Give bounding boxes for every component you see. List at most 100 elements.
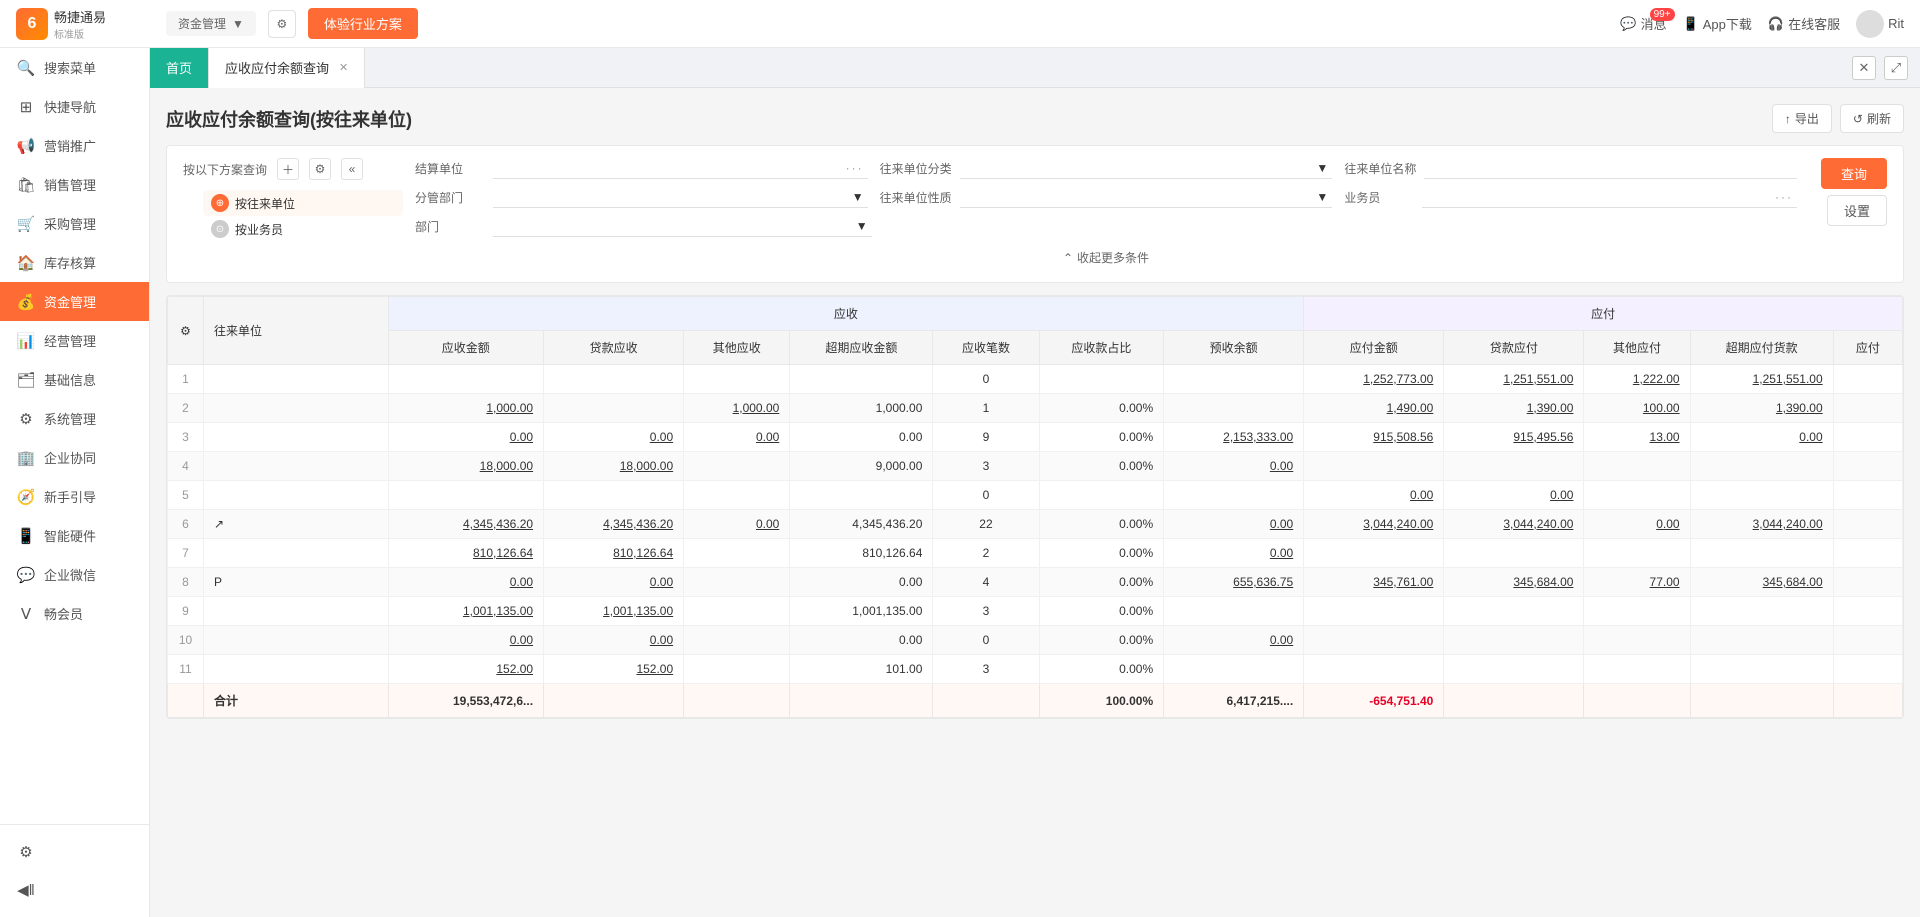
user-name: Rit xyxy=(1888,16,1904,31)
th-yf-dk: 贷款应付 xyxy=(1444,331,1584,365)
field-sp-label: 业务员 xyxy=(1344,189,1414,206)
footer-yf-je: -654,751.40 xyxy=(1304,684,1444,718)
field-lc-label: 往来单位分类 xyxy=(880,160,952,177)
download-icon: 📱 xyxy=(1683,16,1699,32)
corp-icon: 🏢 xyxy=(16,449,36,467)
sidebar-item-system[interactable]: ⚙ 系统管理 xyxy=(0,399,149,438)
table-row: 30.000.000.000.0090.00%2,153,333.00915,5… xyxy=(168,423,1903,452)
sidebar-item-sales[interactable]: 🛍 销售管理 xyxy=(0,165,149,204)
page-title: 应收应付余额查询(按往来单位) xyxy=(166,106,412,132)
sidebar-item-wechat[interactable]: 💬 企业微信 xyxy=(0,555,149,594)
sidebar-label: 畅会员 xyxy=(44,604,83,623)
th-yf-je: 应付金额 xyxy=(1304,331,1444,365)
sidebar-settings-btn[interactable]: ⚙ xyxy=(0,833,149,871)
query-btn-area: 查询 设置 xyxy=(1821,158,1887,270)
app-download-label: App下载 xyxy=(1703,14,1752,33)
tab-bar-right: ✕ ⤢ xyxy=(1852,56,1920,80)
filter-toolbar: 按以下方案查询 ＋ ⚙ « xyxy=(183,158,403,180)
field-fg-label: 分管部门 xyxy=(415,189,485,206)
dots-icon[interactable]: ··· xyxy=(846,161,864,175)
sidebar-item-ops[interactable]: 📊 经营管理 xyxy=(0,321,149,360)
setting-button[interactable]: 设置 xyxy=(1827,195,1887,226)
member-icon: Ⅴ xyxy=(16,605,36,623)
tab-close-window-btn[interactable]: ✕ xyxy=(1852,56,1876,80)
filter-options: ⊕ 按往来单位 ⊙ 按业务员 xyxy=(183,190,403,242)
field-ln2-label: 往来单位性质 xyxy=(880,189,952,206)
filter-option-salesperson-label: 按业务员 xyxy=(235,221,283,238)
trial-button[interactable]: 体验行业方案 xyxy=(308,8,418,39)
sidebar-collapse-btn[interactable]: ◀‖ xyxy=(0,871,149,909)
basic-icon: 🗂 xyxy=(16,371,36,389)
sidebar-label: 系统管理 xyxy=(44,409,96,428)
th-settings[interactable]: ⚙ xyxy=(168,297,204,365)
field-fg-select[interactable]: ▼ xyxy=(493,187,868,208)
breadcrumb-text: 资金管理 xyxy=(178,15,226,32)
app-version: 标准版 xyxy=(54,26,106,41)
filter-row-3: 部门 ▼ xyxy=(415,216,1797,237)
field-jiesuan-select[interactable]: ··· xyxy=(493,158,868,179)
logo-icon: 6 xyxy=(16,8,48,40)
export-button[interactable]: ↑ 导出 xyxy=(1772,104,1832,133)
page-actions: ↑ 导出 ↺ 刷新 xyxy=(1772,104,1904,133)
online-service-item[interactable]: 🎧 在线客服 xyxy=(1768,14,1840,33)
tab-expand-btn[interactable]: ⤢ xyxy=(1884,56,1908,80)
sidebar-label: 新手引导 xyxy=(44,487,96,506)
field-ln2-select[interactable]: ▼ xyxy=(960,187,1333,208)
user-avatar-item[interactable]: Rit xyxy=(1856,10,1904,38)
sidebar-item-finance[interactable]: 💰 资金管理 xyxy=(0,282,149,321)
field-lc-select[interactable]: ▼ xyxy=(960,158,1333,179)
topbar-right: 💬 消息 99+ 📱 App下载 🎧 在线客服 Rit xyxy=(1620,10,1904,38)
table-row: 8P0.000.000.0040.00%655,636.75345,761.00… xyxy=(168,568,1903,597)
filter-row-2: 分管部门 ▼ 往来单位性质 ▼ xyxy=(415,187,1797,208)
filter-option-partner[interactable]: ⊕ 按往来单位 xyxy=(203,190,403,216)
sidebar-label: 库存核算 xyxy=(44,253,96,272)
table-wrapper: ⚙ 往来单位 应收 应付 应收金额 贷款应收 其他应收 超期应收金额 应收笔数 … xyxy=(166,295,1904,719)
field-sp-select[interactable]: ··· xyxy=(1422,187,1797,208)
app-download-item[interactable]: 📱 App下载 xyxy=(1683,14,1752,33)
sidebar-item-inventory[interactable]: 🏠 库存核算 xyxy=(0,243,149,282)
sidebar-label: 企业微信 xyxy=(44,565,96,584)
query-button[interactable]: 查询 xyxy=(1821,158,1887,189)
field-dept-select[interactable]: ▼ xyxy=(493,216,872,237)
settings-icon[interactable]: ⚙ xyxy=(268,10,296,38)
export-icon: ↑ xyxy=(1785,112,1791,126)
sidebar-label: 采购管理 xyxy=(44,214,96,233)
table-footer: 合计 19,553,472,6... 100.00% 6,417,215....… xyxy=(168,684,1903,718)
collapse-icon: ◀‖ xyxy=(16,881,36,899)
field-ln-input[interactable] xyxy=(1424,158,1797,179)
sidebar-item-hardware[interactable]: 📱 智能硬件 xyxy=(0,516,149,555)
sidebar-item-marketing[interactable]: 📢 营销推广 xyxy=(0,126,149,165)
tab-home[interactable]: 首页 xyxy=(150,48,209,88)
scheme-settings-btn[interactable]: ⚙ xyxy=(309,158,331,180)
filter-option-salesperson[interactable]: ⊙ 按业务员 xyxy=(203,216,403,242)
field-jiesuan: 结算单位 ··· xyxy=(415,158,868,179)
scheme-collapse-btn[interactable]: « xyxy=(341,158,363,180)
filter-row-1: 结算单位 ··· 往来单位分类 ▼ xyxy=(415,158,1797,179)
th-partner: 往来单位 xyxy=(204,297,389,365)
table-row: 7810,126.64810,126.64810,126.6420.00%0.0… xyxy=(168,539,1903,568)
tab-close-icon[interactable]: ✕ xyxy=(339,61,348,74)
service-icon: 🎧 xyxy=(1768,16,1784,32)
sidebar-item-quick-nav[interactable]: ⊞ 快捷导航 xyxy=(0,87,149,126)
sidebar-item-corp[interactable]: 🏢 企业协同 xyxy=(0,438,149,477)
gear-icon: ⚙ xyxy=(16,843,36,861)
sidebar-item-purchase[interactable]: 🛒 采购管理 xyxy=(0,204,149,243)
collapse-row[interactable]: ⌃ 收起更多条件 xyxy=(415,245,1797,270)
message-item[interactable]: 💬 消息 99+ xyxy=(1620,14,1666,33)
sidebar-item-guide[interactable]: 🧭 新手引导 xyxy=(0,477,149,516)
sidebar-item-search-menu[interactable]: 🔍 搜索菜单 xyxy=(0,48,149,87)
topbar-center: 资金管理 ▼ ⚙ 体验行业方案 xyxy=(166,8,1620,39)
field-liaolai-classify: 往来单位分类 ▼ xyxy=(880,158,1333,179)
breadcrumb-nav[interactable]: 资金管理 ▼ xyxy=(166,11,256,36)
field-dept: 部门 ▼ xyxy=(415,216,872,237)
chevron-down-icon5: ▼ xyxy=(856,219,868,233)
table-row: 418,000.0018,000.009,000.0030.00%0.00 xyxy=(168,452,1903,481)
refresh-button[interactable]: ↺ 刷新 xyxy=(1840,104,1904,133)
dots-icon2[interactable]: ··· xyxy=(1775,190,1793,204)
logo-area: 6 畅捷通易 标准版 xyxy=(16,7,166,41)
page-header: 应收应付余额查询(按往来单位) ↑ 导出 ↺ 刷新 xyxy=(166,104,1904,133)
add-scheme-btn[interactable]: ＋ xyxy=(277,158,299,180)
sidebar-item-basic[interactable]: 🗂 基础信息 xyxy=(0,360,149,399)
sidebar-item-member[interactable]: Ⅴ 畅会员 xyxy=(0,594,149,633)
tab-arbalance[interactable]: 应收应付余额查询 ✕ xyxy=(209,48,365,88)
